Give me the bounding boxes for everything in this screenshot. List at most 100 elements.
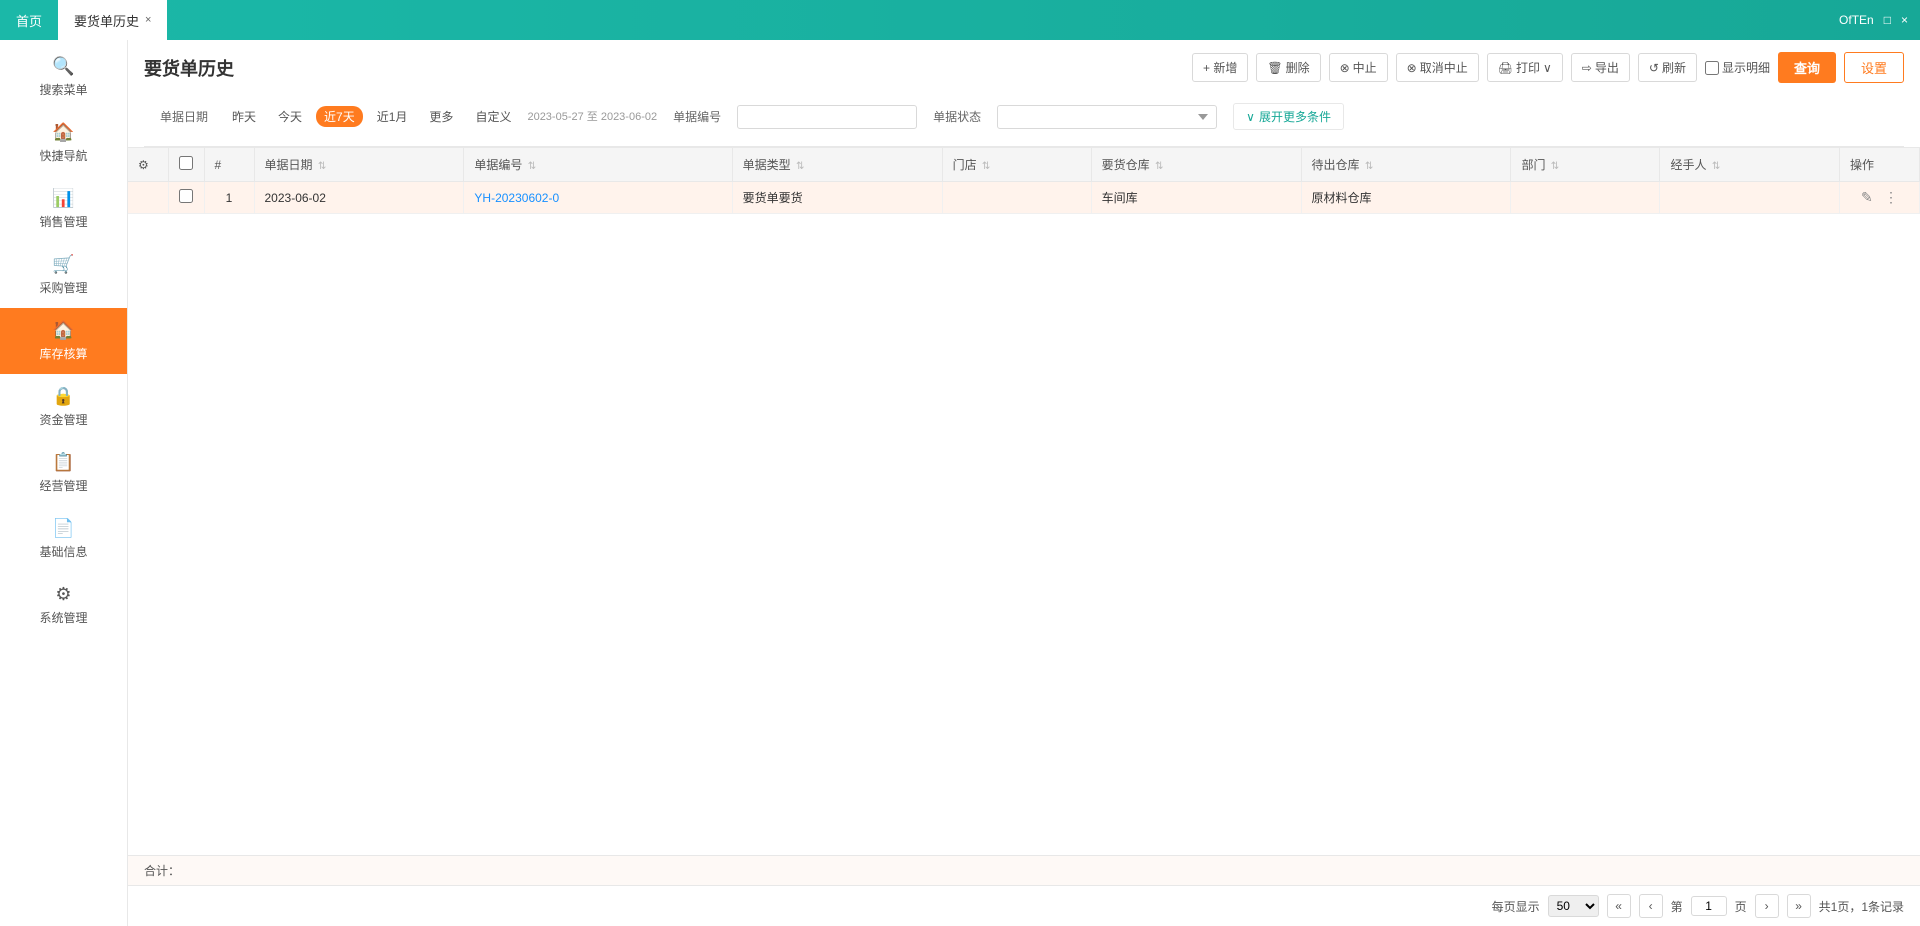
top-bar-right: OfTEn □ ×: [1839, 13, 1920, 27]
date-range-display: 2023-05-27 至 2023-06-02: [527, 106, 657, 124]
maximize-icon[interactable]: □: [1884, 13, 1891, 27]
col-department[interactable]: 部门 ⇅: [1511, 148, 1660, 182]
often-label: OfTEn: [1839, 13, 1874, 27]
filter-row-1: 单据日期 昨天 今天 近7天 近1月 更多 自定义 2023-05-27 至 2…: [160, 103, 1888, 130]
col-date[interactable]: 单据日期 ⇅: [254, 148, 464, 182]
per-page-label: 每页显示: [1492, 898, 1540, 915]
col-check: [168, 148, 204, 182]
export-button[interactable]: ⇨ 导出: [1571, 53, 1630, 82]
sidebar-item-basic-info[interactable]: 📄 基础信息: [0, 506, 127, 572]
search-menu-icon: 🔍: [52, 56, 74, 77]
row-department-cell: [1511, 182, 1660, 214]
doc-no-filter-label: 单据编号: [673, 108, 721, 125]
col-req-warehouse[interactable]: 要货仓库 ⇅: [1091, 148, 1301, 182]
col-handler[interactable]: 经手人 ⇅: [1660, 148, 1840, 182]
select-all-checkbox[interactable]: [179, 156, 193, 170]
display-detail-button[interactable]: 显示明细: [1705, 59, 1770, 76]
sidebar-item-purchase-mgmt-label: 采购管理: [39, 279, 87, 296]
first-page-button[interactable]: «: [1607, 894, 1631, 918]
query-button-label: 查询: [1794, 61, 1820, 76]
row-edit-icon[interactable]: ✎: [1857, 189, 1877, 205]
sidebar-item-system-mgmt[interactable]: ⚙ 系统管理: [0, 572, 127, 638]
col-doc-type[interactable]: 单据类型 ⇅: [732, 148, 942, 182]
purchase-mgmt-icon: 🛒: [52, 254, 74, 275]
col-settings[interactable]: ⚙: [128, 148, 168, 182]
tab-active[interactable]: 要货单历史 ×: [58, 0, 167, 40]
row-date-cell: 2023-06-02: [254, 182, 464, 214]
expand-more-label: 展开更多条件: [1259, 108, 1331, 125]
sidebar-item-quick-nav-label: 快捷导航: [39, 147, 87, 164]
stop-button-label: 中止: [1353, 59, 1377, 76]
date-custom-btn[interactable]: 自定义: [467, 106, 519, 127]
row-check-cell[interactable]: [168, 182, 204, 214]
col-doc-type-sort-icon: ⇅: [796, 161, 804, 172]
prev-page-button[interactable]: ‹: [1639, 894, 1663, 918]
col-store[interactable]: 门店 ⇅: [942, 148, 1091, 182]
col-doc-type-label: 单据类型: [743, 158, 791, 172]
cancel-stop-button-label: 取消中止: [1420, 59, 1468, 76]
cancel-stop-button[interactable]: ⊗ 取消中止: [1396, 53, 1479, 82]
doc-no-input[interactable]: [737, 105, 917, 129]
sidebar-item-inventory-calc[interactable]: 🏠 库存核算: [0, 308, 127, 374]
page-number-input[interactable]: [1691, 896, 1727, 916]
sidebar-item-ops-mgmt[interactable]: 📋 经营管理: [0, 440, 127, 506]
col-doc-no-label: 单据编号: [474, 158, 522, 172]
date-1month-btn[interactable]: 近1月: [369, 106, 416, 127]
per-page-select[interactable]: 50 20 100 200: [1548, 895, 1599, 917]
date-7days-btn[interactable]: 近7天: [316, 106, 363, 127]
page-label: 第: [1671, 898, 1683, 915]
tab-home[interactable]: 首页: [0, 0, 58, 40]
row-handler-cell: [1660, 182, 1840, 214]
col-handler-label: 经手人: [1670, 158, 1706, 172]
close-icon[interactable]: ×: [145, 14, 151, 26]
sidebar-item-system-mgmt-label: 系统管理: [39, 609, 87, 626]
sidebar-item-fund-mgmt[interactable]: 🔒 资金管理: [0, 374, 127, 440]
date-yesterday-btn[interactable]: 昨天: [224, 106, 264, 127]
refresh-button[interactable]: ↺ 刷新: [1638, 53, 1697, 82]
export-icon: ⇨: [1582, 61, 1592, 75]
total-info: 共1页，1条记录: [1819, 898, 1904, 915]
tab-active-label: 要货单历史: [74, 11, 139, 30]
main-layout: 🔍 搜索菜单 🏠 快捷导航 📊 销售管理 🛒 采购管理 🏠 库存核算 🔒 资金管…: [0, 40, 1920, 926]
row-num-cell: 1: [204, 182, 254, 214]
date-today-btn[interactable]: 今天: [270, 106, 310, 127]
date-shortcuts: 昨天 今天 近7天 近1月 更多 自定义: [224, 106, 519, 127]
summary-label: 合计：: [144, 864, 180, 878]
print-button-label: 打印: [1516, 59, 1540, 76]
display-detail-checkbox[interactable]: [1705, 61, 1719, 75]
next-page-button[interactable]: ›: [1755, 894, 1779, 918]
last-page-button[interactable]: »: [1787, 894, 1811, 918]
sidebar-item-search-menu[interactable]: 🔍 搜索菜单: [0, 44, 127, 110]
row-checkbox[interactable]: [179, 189, 193, 203]
pagination-bar: 每页显示 50 20 100 200 « ‹ 第 页 › » 共1页，1条记录: [128, 885, 1920, 926]
sidebar-item-purchase-mgmt[interactable]: 🛒 采购管理: [0, 242, 127, 308]
col-pending-warehouse-label: 待出仓库: [1312, 158, 1360, 172]
quick-nav-icon: 🏠: [52, 122, 74, 143]
col-doc-no[interactable]: 单据编号 ⇅: [464, 148, 732, 182]
tab-list: 首页 要货单历史 ×: [0, 0, 167, 40]
row-doc-no-cell[interactable]: YH-20230602-0: [464, 182, 732, 214]
sidebar-item-quick-nav[interactable]: 🏠 快捷导航: [0, 110, 127, 176]
new-button[interactable]: + 新增: [1192, 53, 1248, 82]
delete-button-label: 删除: [1286, 59, 1310, 76]
status-select[interactable]: [997, 105, 1217, 129]
query-button[interactable]: 查询: [1778, 52, 1836, 83]
print-button[interactable]: 🖨 打印 ∨: [1487, 53, 1563, 82]
settings-button[interactable]: 设置: [1844, 52, 1904, 83]
expand-more-button[interactable]: ∨ 展开更多条件: [1233, 103, 1344, 130]
cancel-stop-icon: ⊗: [1407, 61, 1417, 75]
page-header: 要货单历史 + 新增 🗑 删除 ⊗ 中止 ⊗ 取消中止: [128, 40, 1920, 148]
col-pending-warehouse[interactable]: 待出仓库 ⇅: [1301, 148, 1511, 182]
new-button-label: + 新增: [1203, 59, 1237, 76]
date-more-btn[interactable]: 更多: [421, 106, 461, 127]
col-store-sort-icon: ⇅: [982, 161, 990, 172]
table-footer: 合计：: [128, 855, 1920, 885]
table-row: 1 2023-06-02 YH-20230602-0 要货单要货 车间库 原材料…: [128, 182, 1920, 214]
row-more-icon[interactable]: ⋮: [1880, 189, 1902, 205]
toolbar: + 新增 🗑 删除 ⊗ 中止 ⊗ 取消中止 🖨: [1192, 52, 1904, 83]
window-close-icon[interactable]: ×: [1901, 13, 1908, 27]
doc-no-link[interactable]: YH-20230602-0: [474, 191, 559, 205]
delete-button[interactable]: 🗑 删除: [1256, 53, 1320, 82]
sidebar-item-sales-mgmt[interactable]: 📊 销售管理: [0, 176, 127, 242]
stop-button[interactable]: ⊗ 中止: [1329, 53, 1388, 82]
